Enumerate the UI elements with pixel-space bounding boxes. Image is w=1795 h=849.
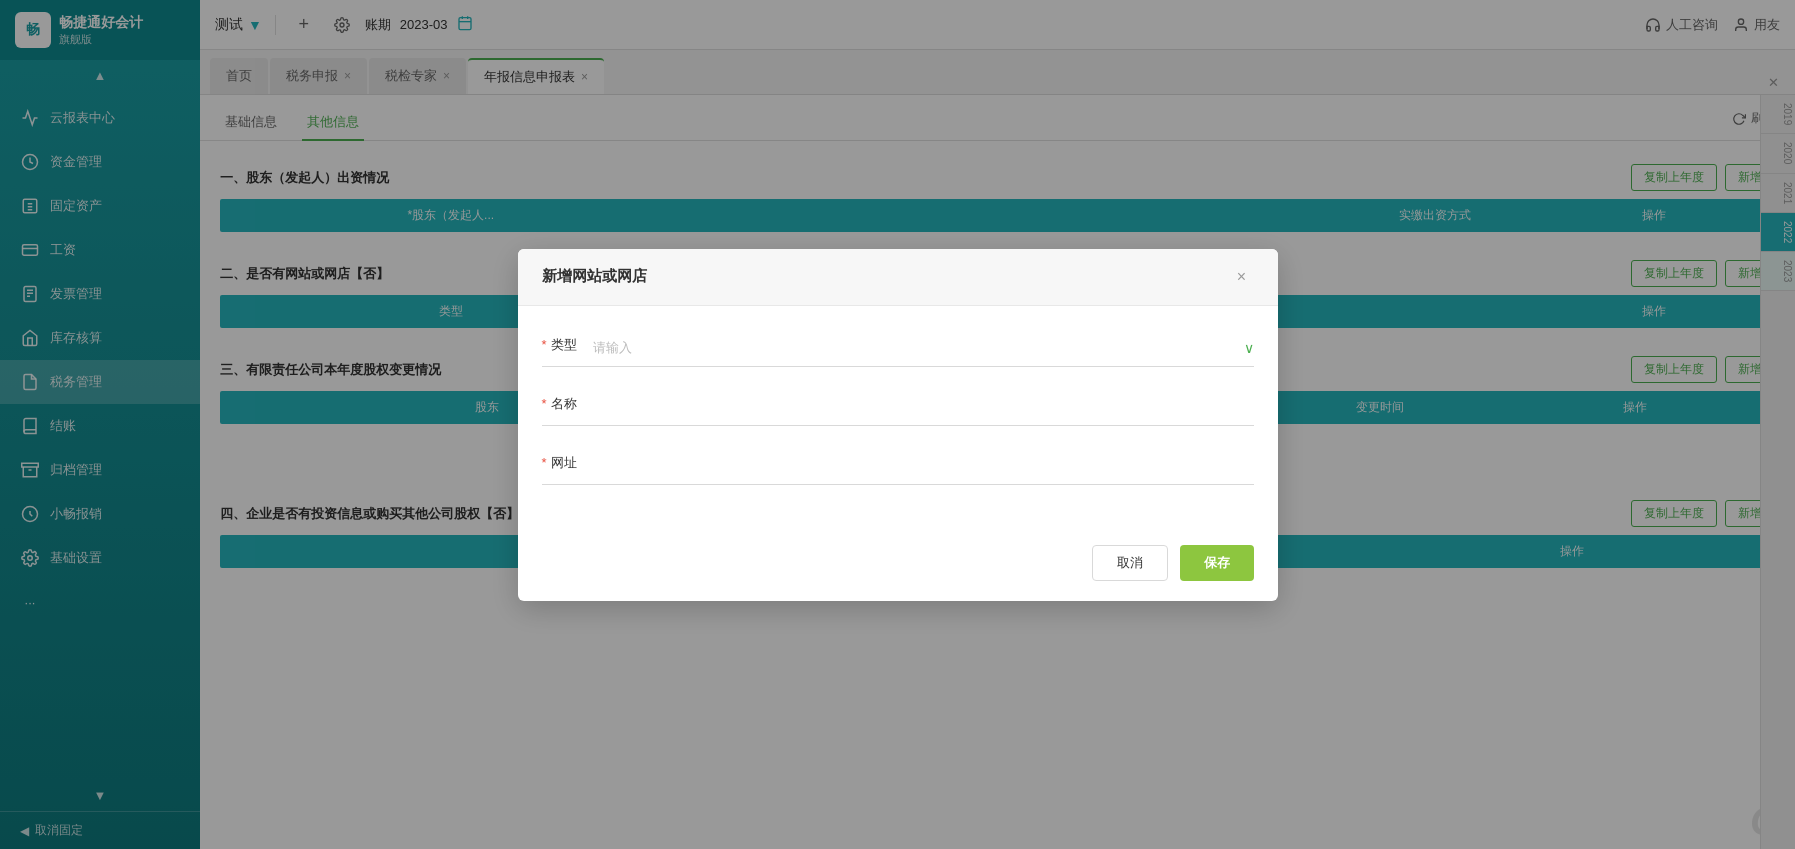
modal-title: 新增网站或网店 [542, 267, 647, 286]
required-marker-type: * [542, 337, 547, 352]
form-input-row-url: * 网址 [542, 454, 1254, 485]
form-label-name: * 名称 [542, 395, 577, 413]
form-field-type: * 类型 ∨ [542, 336, 1254, 367]
form-field-name: * 名称 [542, 395, 1254, 426]
modal-close-button[interactable]: × [1230, 265, 1254, 289]
modal-header: 新增网站或网店 × [518, 249, 1278, 306]
form-input-row-name: * 名称 [542, 395, 1254, 426]
type-dropdown-icon[interactable]: ∨ [1244, 340, 1254, 356]
required-marker-url: * [542, 455, 547, 470]
save-button[interactable]: 保存 [1180, 545, 1254, 581]
cancel-button[interactable]: 取消 [1092, 545, 1168, 581]
form-label-url: * 网址 [542, 454, 577, 472]
type-input[interactable] [593, 336, 1236, 359]
url-input[interactable] [593, 454, 1254, 477]
name-input[interactable] [593, 395, 1254, 418]
form-field-url: * 网址 [542, 454, 1254, 485]
modal-footer: 取消 保存 [518, 533, 1278, 601]
modal: 新增网站或网店 × * 类型 ∨ * 名 [518, 249, 1278, 601]
form-input-row-type: * 类型 ∨ [542, 336, 1254, 367]
modal-overlay[interactable]: 新增网站或网店 × * 类型 ∨ * 名 [0, 0, 1795, 849]
required-marker-name: * [542, 396, 547, 411]
form-label-type: * 类型 [542, 336, 577, 354]
modal-body: * 类型 ∨ * 名称 [518, 306, 1278, 533]
